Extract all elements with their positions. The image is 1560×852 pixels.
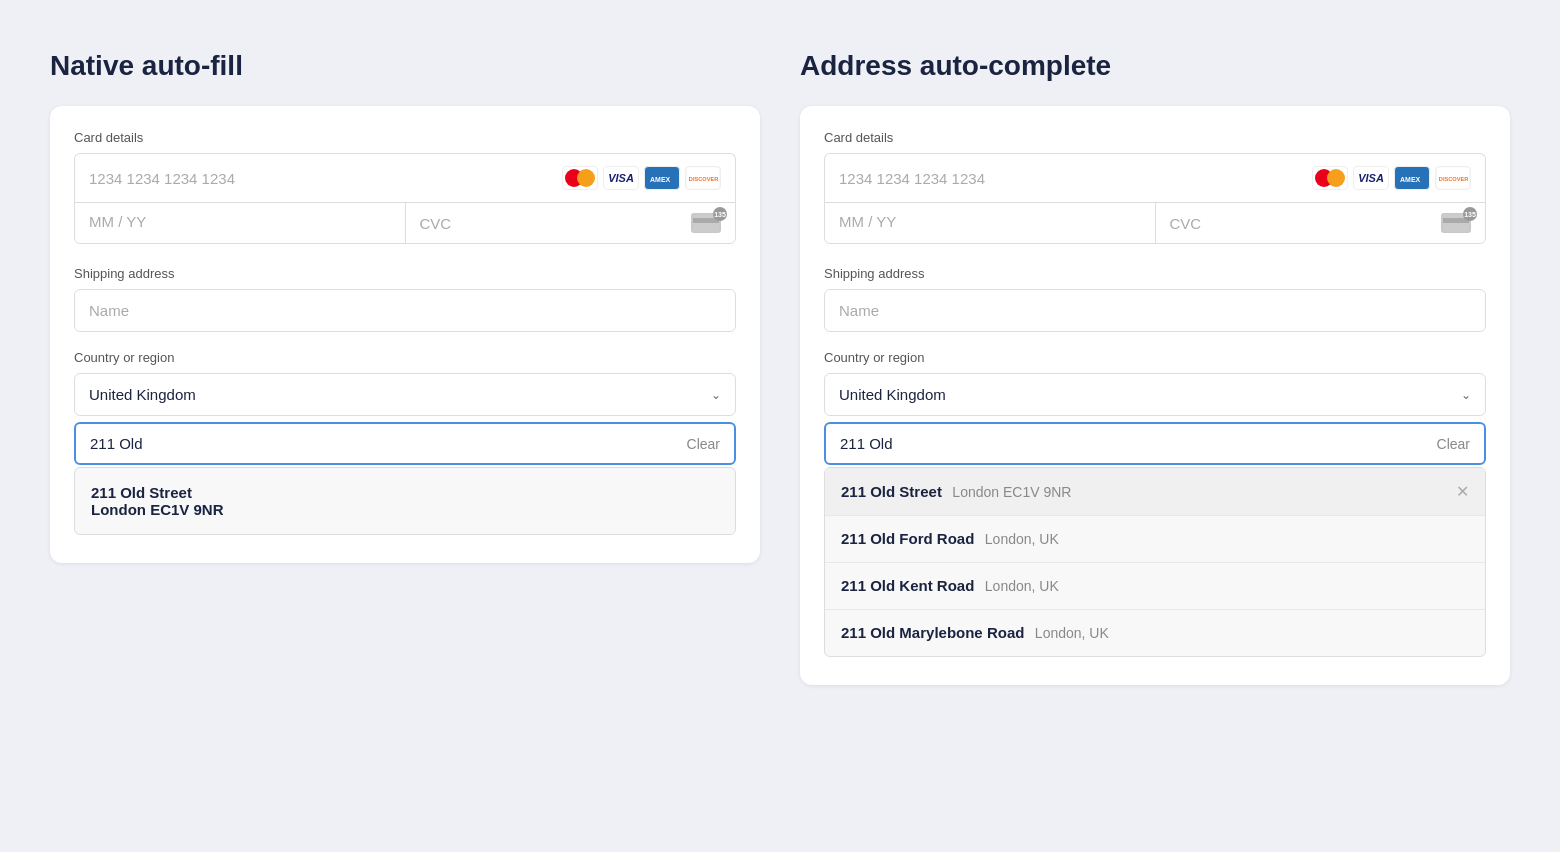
right-suggestion-0-close-icon[interactable]: ✕	[1456, 482, 1469, 501]
right-suggestion-2-street: 211 Old Kent Road	[841, 577, 974, 594]
right-expiry-field[interactable]: MM / YY	[825, 203, 1156, 243]
right-mastercard-icon	[1312, 166, 1348, 190]
right-card: Card details 1234 1234 1234 1234 VISA AM…	[800, 106, 1510, 685]
amex-icon: AMEX	[644, 166, 680, 190]
left-native-city: London EC1V 9NR	[91, 501, 719, 518]
svg-text:AMEX: AMEX	[650, 176, 671, 183]
right-address-value: 211 Old	[840, 435, 893, 452]
right-cvc-icon: 135	[1441, 213, 1471, 233]
right-address-input-row[interactable]: 211 Old Clear	[824, 422, 1486, 465]
right-name-input[interactable]: Name	[824, 289, 1486, 332]
left-native-item[interactable]: 211 Old Street London EC1V 9NR	[75, 468, 735, 534]
left-address-input-row[interactable]: 211 Old Clear	[74, 422, 736, 465]
left-shipping-section: Shipping address Name	[74, 266, 736, 332]
left-title: Native auto-fill	[50, 50, 760, 82]
right-country-label: Country or region	[824, 350, 1486, 365]
mastercard-icon	[562, 166, 598, 190]
right-clear-button[interactable]: Clear	[1437, 436, 1470, 452]
visa-icon: VISA	[603, 166, 639, 190]
left-name-input[interactable]: Name	[74, 289, 736, 332]
right-cvc-field: CVC 135	[1156, 203, 1486, 243]
left-address-value: 211 Old	[90, 435, 143, 452]
left-card: Card details 1234 1234 1234 1234 VISA AM…	[50, 106, 760, 563]
svg-text:DISCOVER: DISCOVER	[689, 176, 719, 182]
right-card-number-placeholder: 1234 1234 1234 1234	[839, 170, 985, 187]
left-expiry-cvc-row: MM / YY CVC 135	[74, 202, 736, 244]
svg-text:AMEX: AMEX	[1400, 176, 1421, 183]
right-chevron-down-icon: ⌄	[1461, 388, 1471, 402]
right-suggestion-2-location: London, UK	[985, 578, 1059, 594]
right-card-number-row: 1234 1234 1234 1234 VISA AMEX DISCOVER	[824, 153, 1486, 202]
left-expiry-field[interactable]: MM / YY	[75, 203, 406, 243]
left-card-number-row: 1234 1234 1234 1234 VISA AMEX DISCOVER	[74, 153, 736, 202]
left-shipping-label: Shipping address	[74, 266, 736, 281]
right-suggestion-1-location: London, UK	[985, 531, 1059, 547]
right-card-icons: VISA AMEX DISCOVER	[1312, 166, 1471, 190]
right-shipping-label: Shipping address	[824, 266, 1486, 281]
right-card-label: Card details	[824, 130, 1486, 145]
left-cvc-icon: 135	[691, 213, 721, 233]
right-country-section: Country or region United Kingdom ⌄ 211 O…	[824, 350, 1486, 657]
right-discover-icon: DISCOVER	[1435, 166, 1471, 190]
right-amex-icon: AMEX	[1394, 166, 1430, 190]
left-card-number-placeholder: 1234 1234 1234 1234	[89, 170, 235, 187]
right-suggestion-3[interactable]: 211 Old Marylebone Road London, UK	[825, 610, 1485, 656]
right-expiry-cvc-row: MM / YY CVC 135	[824, 202, 1486, 244]
right-country-select[interactable]: United Kingdom ⌄	[824, 373, 1486, 416]
right-title: Address auto-complete	[800, 50, 1510, 82]
right-suggestion-0-street: 211 Old Street	[841, 483, 942, 500]
left-card-label: Card details	[74, 130, 736, 145]
right-suggestion-2[interactable]: 211 Old Kent Road London, UK	[825, 563, 1485, 610]
discover-icon: DISCOVER	[685, 166, 721, 190]
left-cvc-placeholder[interactable]: CVC	[420, 215, 452, 232]
left-country-value: United Kingdom	[89, 386, 196, 403]
left-chevron-down-icon: ⌄	[711, 388, 721, 402]
left-cvc-field: CVC 135	[406, 203, 736, 243]
left-country-select[interactable]: United Kingdom ⌄	[74, 373, 736, 416]
right-suggestion-3-location: London, UK	[1035, 625, 1109, 641]
right-shipping-section: Shipping address Name	[824, 266, 1486, 332]
left-cvc-badge: 135	[713, 207, 727, 221]
right-suggestion-3-street: 211 Old Marylebone Road	[841, 624, 1024, 641]
right-suggestion-0-location: London EC1V 9NR	[952, 484, 1071, 500]
right-suggestion-1-street: 211 Old Ford Road	[841, 530, 974, 547]
right-suggestion-0-text: 211 Old Street London EC1V 9NR	[841, 483, 1071, 501]
right-cvc-badge: 135	[1463, 207, 1477, 221]
right-suggestion-0[interactable]: 211 Old Street London EC1V 9NR ✕	[825, 468, 1485, 516]
left-country-label: Country or region	[74, 350, 736, 365]
svg-text:DISCOVER: DISCOVER	[1439, 176, 1469, 182]
right-autocomplete-dropdown: 211 Old Street London EC1V 9NR ✕ 211 Old…	[824, 467, 1486, 657]
left-card-icons: VISA AMEX DISCOVER	[562, 166, 721, 190]
left-clear-button[interactable]: Clear	[687, 436, 720, 452]
right-cvc-placeholder[interactable]: CVC	[1170, 215, 1202, 232]
right-country-value: United Kingdom	[839, 386, 946, 403]
right-visa-icon: VISA	[1353, 166, 1389, 190]
right-suggestion-1[interactable]: 211 Old Ford Road London, UK	[825, 516, 1485, 563]
left-panel: Native auto-fill Card details 1234 1234 …	[30, 40, 780, 812]
left-native-street: 211 Old Street	[91, 484, 719, 501]
right-panel: Address auto-complete Card details 1234 …	[780, 40, 1530, 812]
left-country-section: Country or region United Kingdom ⌄ 211 O…	[74, 350, 736, 535]
left-native-dropdown: 211 Old Street London EC1V 9NR	[74, 467, 736, 535]
